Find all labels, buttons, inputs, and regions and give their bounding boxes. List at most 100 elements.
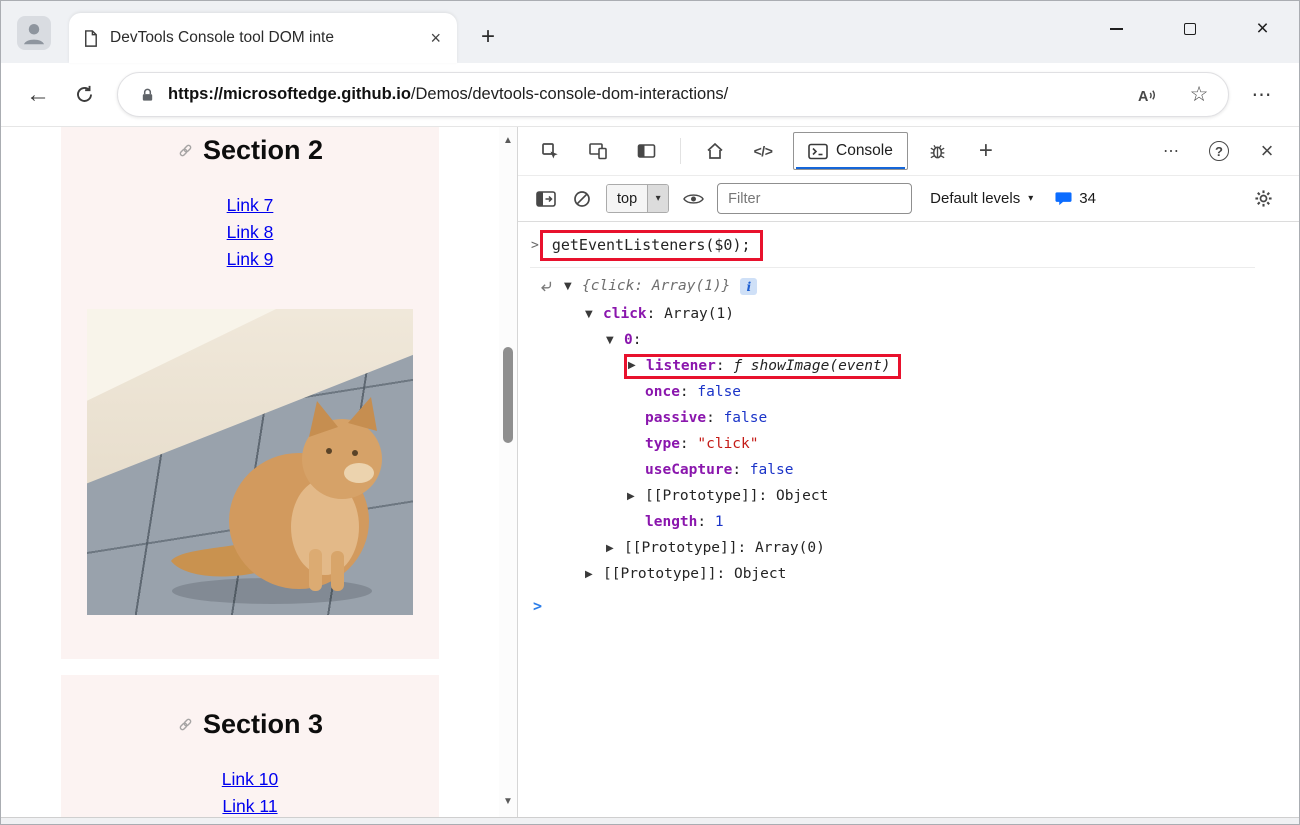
help-question-icon: ?	[1209, 141, 1229, 161]
anchor-link-icon[interactable]	[177, 142, 194, 159]
divider	[680, 138, 681, 164]
minimize-button[interactable]	[1080, 1, 1153, 57]
anchor-link-icon[interactable]	[177, 716, 194, 733]
page-scrollbar[interactable]: ▲ ▼	[499, 127, 517, 817]
page-link[interactable]: Link 7	[61, 192, 439, 219]
section-heading: Section 3	[61, 709, 439, 740]
devtools-tab-bar: </> Console + ⋯ ? ×	[518, 127, 1299, 176]
colon: :	[737, 540, 755, 556]
refresh-button[interactable]	[61, 73, 107, 117]
tab-close-icon[interactable]: ×	[426, 28, 445, 49]
colon: :	[732, 462, 750, 478]
browser-tab[interactable]: DevTools Console tool DOM inte ×	[69, 13, 457, 63]
live-expression-eye-icon[interactable]	[675, 182, 711, 216]
maximize-button[interactable]	[1153, 1, 1226, 57]
colon: :	[716, 566, 734, 582]
javascript-context-selector[interactable]: top ▾	[606, 184, 670, 213]
settings-more-icon[interactable]: ⋯	[1239, 73, 1285, 117]
console-input-row[interactable]: >	[518, 597, 1299, 615]
property-value: false	[697, 384, 742, 400]
scroll-down-icon[interactable]: ▼	[499, 796, 517, 807]
welcome-home-icon[interactable]	[691, 128, 739, 174]
profile-avatar[interactable]	[17, 16, 51, 50]
property-name: [[Prototype]]	[645, 488, 759, 504]
expander-open-icon[interactable]: ▼	[564, 281, 582, 292]
console-sidebar-icon[interactable]	[528, 182, 564, 216]
elements-tab-icon[interactable]: </>	[739, 128, 787, 174]
devtools-more-options-icon[interactable]: ⋯	[1147, 128, 1195, 174]
expander-closed-icon[interactable]: ▶	[627, 491, 645, 502]
clear-console-icon[interactable]	[564, 182, 600, 216]
device-emulation-icon[interactable]	[574, 128, 622, 174]
property-value: Object	[775, 488, 829, 504]
message-count-indicator[interactable]: 34	[1055, 190, 1096, 207]
console-result-row: ▼ {click: Array(1)} i	[518, 271, 1299, 301]
close-button[interactable]: ×	[1226, 1, 1299, 57]
colon: :	[632, 332, 642, 348]
address-bar: ← https://microsoftedge.github.io/Demos/…	[1, 63, 1299, 127]
more-tools-plus-button[interactable]: +	[962, 128, 1010, 174]
log-levels-label: Default levels	[930, 190, 1021, 207]
property-name: 0	[624, 332, 633, 348]
back-button[interactable]: ←	[15, 73, 61, 117]
section-heading: Section 2	[61, 135, 439, 166]
result-preview: {click: Array(1)}	[582, 278, 731, 294]
page-link[interactable]: Link 10	[61, 766, 439, 793]
result-arrow-icon	[539, 280, 554, 293]
colon: :	[679, 384, 698, 400]
console-prompt-icon: >	[533, 597, 543, 615]
webpage-content: Section 2 Link 7 Link 8 Link 9 Section 3…	[1, 127, 499, 817]
devtools-close-icon[interactable]: ×	[1243, 128, 1291, 174]
scrollbar-thumb[interactable]	[503, 347, 513, 443]
filter-input[interactable]	[717, 183, 913, 214]
scroll-up-icon[interactable]: ▲	[499, 135, 517, 146]
chat-bubble-icon	[1055, 191, 1072, 207]
page-link[interactable]: Link 9	[61, 246, 439, 273]
property-name: passive	[645, 410, 707, 426]
refresh-icon	[76, 85, 92, 102]
command-prompt-icon: >	[531, 238, 539, 253]
console-icon	[808, 143, 828, 160]
dock-panel-icon[interactable]	[622, 128, 670, 174]
info-icon[interactable]: i	[740, 277, 758, 295]
console-tab-label: Console	[836, 142, 893, 159]
colon: :	[697, 514, 715, 530]
svg-text:A: A	[1137, 88, 1147, 103]
console-tree-row: ▼ click: Array(1)	[518, 301, 1299, 327]
inspect-icon[interactable]	[526, 128, 574, 174]
favorite-star-icon[interactable]: ☆	[1180, 76, 1218, 114]
expander-closed-icon[interactable]: ▶	[606, 543, 624, 554]
expander-open-icon[interactable]: ▼	[585, 309, 603, 320]
page-link[interactable]: Link 11	[61, 793, 439, 817]
property-value: false	[749, 462, 794, 478]
property-name: click	[603, 306, 647, 322]
devtools-tab-bar-right: ⋯ ? ×	[1147, 128, 1291, 174]
tab-console[interactable]: Console	[793, 132, 908, 170]
new-tab-button[interactable]: +	[471, 20, 505, 54]
cat-image	[87, 309, 413, 615]
lock-icon	[140, 87, 155, 103]
console-tree-row: passive: false	[518, 405, 1299, 431]
property-value: 1	[714, 514, 724, 530]
expander-closed-icon[interactable]: ▶	[585, 569, 603, 580]
main-content: Section 2 Link 7 Link 8 Link 9 Section 3…	[1, 127, 1299, 817]
red-annotation-box: ▶ listener: ƒ showImage(event)	[624, 353, 902, 379]
context-label: top	[607, 185, 648, 212]
devtools-help-icon[interactable]: ?	[1195, 128, 1243, 174]
console-settings-gear-icon[interactable]	[1245, 182, 1281, 216]
log-levels-dropdown[interactable]: Default levels ▾	[930, 190, 1033, 207]
red-annotation-box: getEventListeners($0);	[539, 230, 763, 261]
page-favicon-icon	[81, 29, 100, 48]
person-icon	[24, 24, 44, 45]
issues-bug-icon[interactable]	[914, 128, 962, 174]
read-aloud-icon[interactable]: A	[1129, 76, 1167, 114]
page-link[interactable]: Link 8	[61, 219, 439, 246]
colon: :	[646, 306, 665, 322]
console-tree-row: ▶ [[Prototype]]: Array(0)	[518, 535, 1299, 561]
expander-closed-icon[interactable]: ▶	[628, 360, 646, 371]
expander-open-icon[interactable]: ▼	[606, 335, 624, 346]
window-controls: ×	[1080, 1, 1299, 57]
url-field[interactable]: https://microsoftedge.github.io/Demos/de…	[117, 72, 1229, 117]
link-list: Link 10Link 11Link 12	[61, 766, 439, 817]
chevron-down-icon: ▾	[647, 185, 669, 212]
